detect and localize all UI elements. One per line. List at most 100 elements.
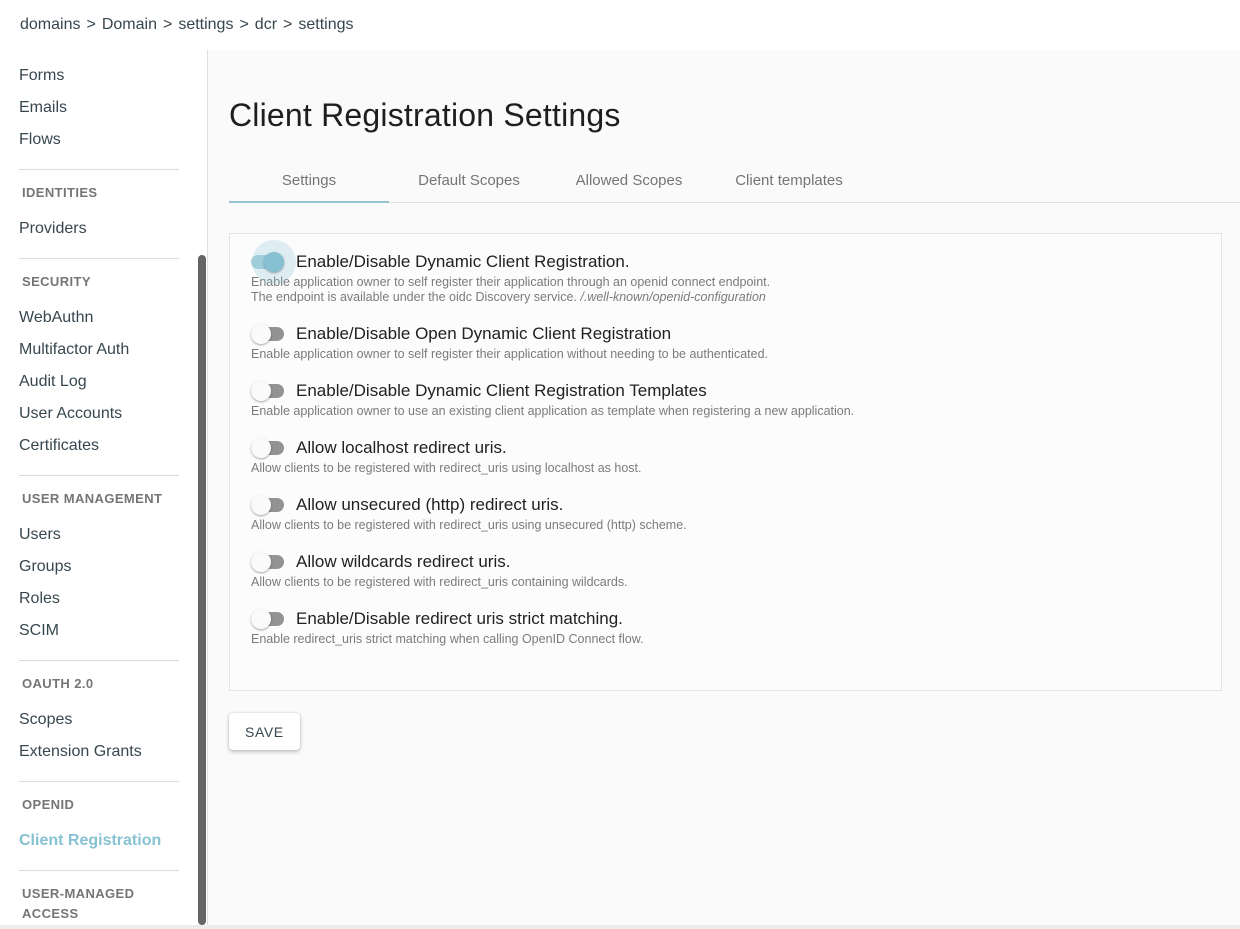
sidebar-item-forms[interactable]: Forms (0, 60, 207, 92)
sidebar-item-scopes[interactable]: Scopes (0, 704, 207, 736)
breadcrumb-item-domain: Domain (102, 16, 157, 33)
toggle-thumb (251, 609, 271, 629)
toggle-allow-wildcards-redirect-uris[interactable] (251, 552, 284, 572)
breadcrumb-separator: > (86, 16, 95, 33)
setting-head: Allow localhost redirect uris. (251, 438, 1201, 458)
layout: FormsEmailsFlows IDENTITIES Providers SECUR… (0, 50, 1240, 929)
save-button[interactable]: SAVE (229, 713, 300, 750)
setting-description: Enable redirect_uris strict matching whe… (251, 632, 1201, 647)
sidebar-item-emails[interactable]: Emails (0, 92, 207, 124)
sidebar-item-audit-log[interactable]: Audit Log (0, 366, 207, 398)
setting-row: Enable/Disable Dynamic Client Registrati… (251, 252, 1201, 305)
setting-description-text: /.well-known/openid-configuration (580, 290, 766, 304)
sidebar-section-oauth-2-0: OAUTH 2.0 (0, 674, 165, 694)
setting-description-text: Enable application owner to use an exist… (251, 404, 854, 418)
setting-description: Enable application owner to use an exist… (251, 404, 1201, 419)
sidebar-section-user-managed-access: USER-MANAGED ACCESS (0, 884, 165, 924)
page-title: Client Registration Settings (229, 96, 1222, 134)
sidebar-item-user-accounts[interactable]: User Accounts (0, 398, 207, 430)
setting-head: Enable/Disable Open Dynamic Client Regis… (251, 324, 1201, 344)
toggle-thumb (251, 381, 271, 401)
toggle-thumb (264, 252, 284, 272)
toggle-thumb (251, 324, 271, 344)
horizontal-scrollbar[interactable] (0, 925, 1240, 929)
setting-description: Enable application owner to self registe… (251, 275, 1201, 305)
setting-row: Allow wildcards redirect uris. Allow clie… (251, 552, 1201, 590)
sidebar-item-webauthn[interactable]: WebAuthn (0, 302, 207, 334)
setting-label: Enable/Disable redirect uris strict matc… (296, 609, 623, 629)
setting-description-text: Allow clients to be registered with redi… (251, 518, 687, 532)
toggle-enable-disable-redirect-uris-strict-matching[interactable] (251, 609, 284, 629)
setting-row: Allow unsecured (http) redirect uris. All… (251, 495, 1201, 533)
tab-allowed-scopes[interactable]: Allowed Scopes (549, 158, 709, 202)
breadcrumb: domains>Domain>settings>dcr>settings (20, 16, 354, 34)
sidebar-divider (19, 781, 179, 782)
breadcrumb-item-settings[interactable]: settings (178, 16, 233, 33)
breadcrumb-item-dcr[interactable]: dcr (255, 16, 277, 33)
setting-head: Enable/Disable Dynamic Client Registrati… (251, 252, 1201, 272)
setting-head: Allow wildcards redirect uris. (251, 552, 1201, 572)
tab-bar: SettingsDefault ScopesAllowed ScopesClie… (229, 158, 1240, 203)
sidebar-item-certificates[interactable]: Certificates (0, 430, 207, 462)
breadcrumb-separator: > (239, 16, 248, 33)
tab-settings[interactable]: Settings (229, 158, 389, 202)
tab-default-scopes[interactable]: Default Scopes (389, 158, 549, 202)
setting-label: Enable/Disable Dynamic Client Registrati… (296, 252, 630, 272)
main-content: Client Registration Settings SettingsDef… (208, 50, 1240, 929)
sidebar-nav: FormsEmailsFlows IDENTITIES Providers SECUR… (0, 60, 207, 929)
sidebar-divider (19, 475, 179, 476)
breadcrumb-separator: > (283, 16, 292, 33)
setting-description-text: Enable redirect_uris strict matching whe… (251, 632, 644, 646)
setting-description: Allow clients to be registered with redi… (251, 575, 1201, 590)
toggle-enable-disable-dynamic-client-registration[interactable] (251, 252, 284, 272)
toggle-thumb (251, 495, 271, 515)
toggle-allow-localhost-redirect-uris[interactable] (251, 438, 284, 458)
sidebar-divider (19, 660, 179, 661)
setting-label: Allow localhost redirect uris. (296, 438, 507, 458)
setting-row: Enable/Disable Dynamic Client Registrati… (251, 381, 1201, 419)
setting-description-text: Enable application owner to self registe… (251, 347, 768, 361)
sidebar-item-roles[interactable]: Roles (0, 583, 207, 615)
breadcrumb-separator: > (163, 16, 172, 33)
setting-head: Allow unsecured (http) redirect uris. (251, 495, 1201, 515)
sidebar-section-openid: OPENID (0, 795, 165, 815)
setting-label: Enable/Disable Dynamic Client Registrati… (296, 381, 707, 401)
sidebar-divider (19, 169, 179, 170)
settings-card: Enable/Disable Dynamic Client Registrati… (229, 233, 1222, 691)
setting-description-text: Allow clients to be registered with redi… (251, 461, 641, 475)
sidebar-section-security: SECURITY (0, 272, 165, 292)
setting-head: Enable/Disable redirect uris strict matc… (251, 609, 1201, 629)
setting-description-text: Enable application owner to self registe… (251, 275, 770, 289)
setting-label: Allow unsecured (http) redirect uris. (296, 495, 563, 515)
setting-row: Enable/Disable redirect uris strict matc… (251, 609, 1201, 647)
toggle-allow-unsecured-http-redirect-uris[interactable] (251, 495, 284, 515)
sidebar-item-extension-grants[interactable]: Extension Grants (0, 736, 207, 768)
setting-label: Allow wildcards redirect uris. (296, 552, 510, 572)
toggle-enable-disable-dynamic-client-registration-templates[interactable] (251, 381, 284, 401)
toggle-thumb (251, 552, 271, 572)
sidebar: FormsEmailsFlows IDENTITIES Providers SECUR… (0, 50, 208, 929)
setting-row: Allow localhost redirect uris. Allow clie… (251, 438, 1201, 476)
sidebar-item-multifactor-auth[interactable]: Multifactor Auth (0, 334, 207, 366)
sidebar-item-groups[interactable]: Groups (0, 551, 207, 583)
setting-description-text: Allow clients to be registered with redi… (251, 575, 628, 589)
sidebar-item-client-registration[interactable]: Client Registration (0, 825, 207, 857)
toggle-enable-disable-open-dynamic-client-registration[interactable] (251, 324, 284, 344)
sidebar-section-identities: IDENTITIES (0, 183, 165, 203)
setting-description: Allow clients to be registered with redi… (251, 461, 1201, 476)
top-header: domains>Domain>settings>dcr>settings (0, 0, 1240, 50)
sidebar-section-user-management: USER MANAGEMENT (0, 489, 165, 509)
sidebar-scrollbar[interactable] (198, 255, 206, 925)
sidebar-divider (19, 258, 179, 259)
sidebar-item-scim[interactable]: SCIM (0, 615, 207, 647)
tab-client-templates[interactable]: Client templates (709, 158, 869, 202)
toggle-thumb (251, 438, 271, 458)
breadcrumb-item-domains[interactable]: domains (20, 16, 80, 33)
sidebar-item-flows[interactable]: Flows (0, 124, 207, 156)
sidebar-divider (19, 870, 179, 871)
sidebar-item-providers[interactable]: Providers (0, 213, 207, 245)
sidebar-item-users[interactable]: Users (0, 519, 207, 551)
setting-description: Allow clients to be registered with redi… (251, 518, 1201, 533)
setting-description: Enable application owner to self registe… (251, 347, 1201, 362)
setting-description-text: The endpoint is available under the oidc… (251, 290, 580, 304)
